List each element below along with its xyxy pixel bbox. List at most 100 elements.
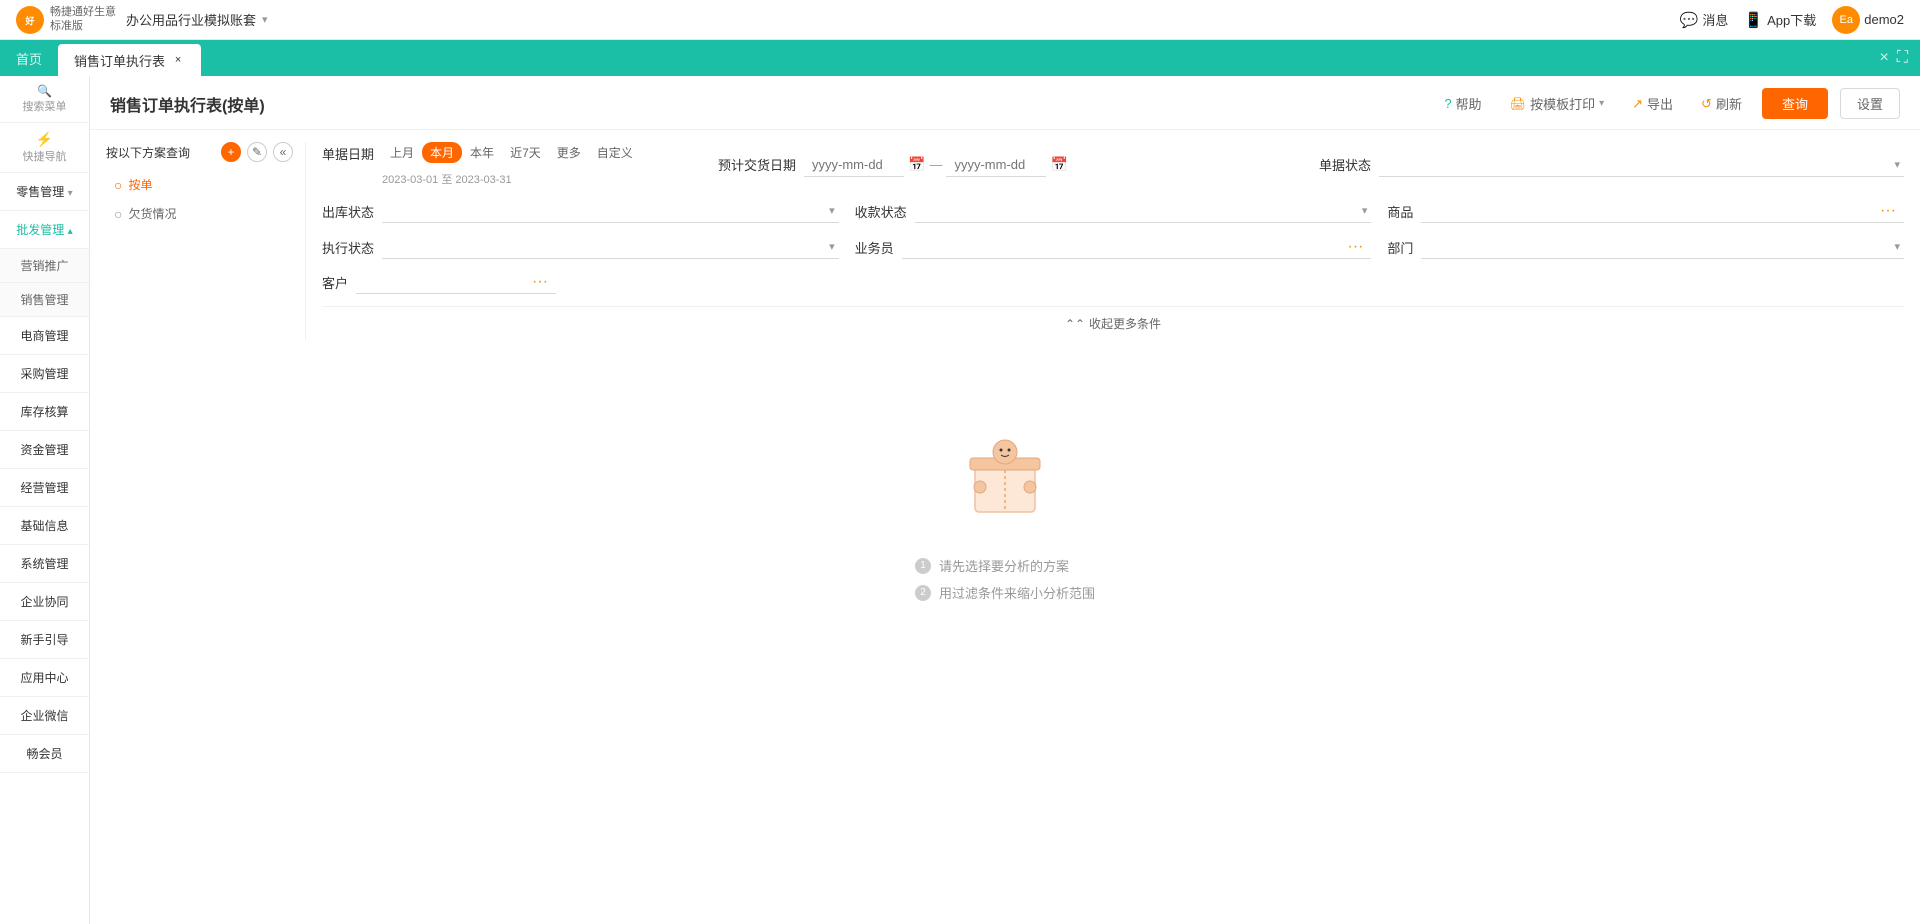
settings-button[interactable]: 设置 (1840, 88, 1900, 119)
customer-more-btn[interactable]: ··· (528, 273, 552, 291)
filter-row-2: 出库状态 ▾ 收款状态 (322, 199, 1904, 223)
tab-close-icon[interactable]: × (171, 53, 185, 67)
window-close-icon[interactable]: × (1879, 49, 1888, 67)
sidebar-operations-label: 经营管理 (20, 481, 68, 495)
salesman-more-btn[interactable]: ··· (1343, 238, 1367, 256)
sidebar-item-wechat[interactable]: 企业微信 (0, 697, 89, 735)
sidebar-item-ecommerce[interactable]: 电商管理 (0, 317, 89, 355)
date-btn-more[interactable]: 更多 (549, 142, 589, 163)
help-icon: ? (1444, 96, 1451, 111)
scheme-order-icon: ○ (114, 177, 122, 193)
sidebar: 🔍 搜索菜单 ⚡ 快捷导航 零售管理 ▾ 批发管理 ▴ 营销推广 销售管理 电商… (0, 76, 90, 924)
chevron-up-icon: ▴ (68, 226, 73, 237)
customer-label: 客户 (322, 273, 348, 292)
user-profile[interactable]: Ea demo2 (1832, 6, 1904, 34)
sidebar-item-appcenter[interactable]: 应用中心 (0, 659, 89, 697)
salesman-label: 业务员 (855, 238, 894, 257)
add-scheme-btn[interactable]: + (221, 142, 241, 162)
sidebar-item-basic[interactable]: 基础信息 (0, 507, 89, 545)
execution-status-select[interactable] (382, 235, 839, 258)
sidebar-item-marketing[interactable]: 营销推广 (0, 249, 89, 283)
edit-icon: ✎ (252, 145, 262, 159)
help-btn[interactable]: ? 帮助 (1436, 90, 1489, 117)
hint-num-2: 2 (915, 585, 931, 601)
top-bar: 好 畅捷通好生意 标准版 办公用品行业模拟账套 ▾ 💬 消息 📱 App下载 E… (0, 0, 1920, 40)
date-btn-this-month[interactable]: 本月 (422, 142, 462, 163)
sidebar-item-inventory[interactable]: 库存核算 (0, 393, 89, 431)
product-more-btn[interactable]: ··· (1876, 202, 1900, 220)
print-label: 按模板打印 (1530, 94, 1595, 113)
date-range-expected: 📅 — 📅 (804, 153, 1068, 177)
tab-bar-right: × ⛶ (1879, 49, 1920, 67)
filter-left-title: 按以下方案查询 + ✎ « (106, 142, 293, 162)
sidebar-item-wholesale[interactable]: 批发管理 ▴ (0, 211, 89, 249)
tab-home[interactable]: 首页 (0, 40, 58, 76)
sidebar-cooperation-label: 企业协同 (20, 595, 68, 609)
message-label: 消息 (1702, 10, 1728, 29)
sidebar-item-cooperation[interactable]: 企业协同 (0, 583, 89, 621)
filter-left-icons: + ✎ « (221, 142, 293, 162)
hint-num-1: 1 (915, 558, 931, 574)
breadcrumb-area[interactable]: 办公用品行业模拟账套 ▾ (126, 10, 268, 29)
sidebar-item-sales[interactable]: 销售管理 (0, 283, 89, 317)
filter-right-panel: 单据日期 上月 本月 本年 近7天 更多 自定义 20 (306, 142, 1904, 340)
filter-scheme-by-order[interactable]: ○ 按单 (106, 170, 293, 199)
date-btn-last-month[interactable]: 上月 (382, 142, 422, 163)
date-btn-this-year[interactable]: 本年 (462, 142, 502, 163)
delivery-status-select-wrapper: ▾ (382, 199, 839, 223)
sidebar-item-operations[interactable]: 经营管理 (0, 469, 89, 507)
sidebar-item-retail[interactable]: 零售管理 ▾ (0, 173, 89, 211)
execution-status-select-wrapper: ▾ (382, 235, 839, 259)
message-btn[interactable]: 💬 消息 (1680, 10, 1729, 29)
expected-date-to[interactable] (946, 153, 1046, 177)
sidebar-search-label: 搜索菜单 (8, 98, 81, 114)
sidebar-wholesale-label: 批发管理 (16, 223, 64, 237)
top-bar-right: 💬 消息 📱 App下载 Ea demo2 (1680, 6, 1904, 34)
department-select[interactable] (1421, 235, 1904, 258)
sidebar-retail-label: 零售管理 (16, 185, 64, 199)
page-header: 销售订单执行表(按单) ? 帮助 🖨 按模板打印 ▾ ↗ 导出 (90, 76, 1920, 130)
avatar: Ea (1832, 6, 1860, 34)
app-download-btn[interactable]: 📱 App下载 (1744, 10, 1816, 29)
hint-item-1: 1 请先选择要分析的方案 (915, 556, 1095, 575)
hint-text-1: 请先选择要分析的方案 (939, 556, 1069, 575)
print-btn[interactable]: 🖨 按模板打印 ▾ (1502, 90, 1613, 117)
export-btn[interactable]: ↗ 导出 (1624, 90, 1681, 117)
breadcrumb-text: 办公用品行业模拟账套 (126, 10, 256, 29)
order-status-select[interactable] (1379, 153, 1904, 176)
filter-scheme-by-debt[interactable]: ○ 欠货情况 (106, 199, 293, 228)
date-btn-custom[interactable]: 自定义 (589, 142, 641, 163)
sidebar-item-member[interactable]: 畅会员 (0, 735, 89, 773)
filter-left-panel: 按以下方案查询 + ✎ « (106, 142, 306, 340)
sidebar-item-finance[interactable]: 资金管理 (0, 431, 89, 469)
sidebar-member-label: 畅会员 (26, 747, 62, 761)
date-btn-7days[interactable]: 近7天 (502, 142, 549, 163)
sidebar-item-newuser[interactable]: 新手引导 (0, 621, 89, 659)
sidebar-quick-nav[interactable]: ⚡ 快捷导航 (0, 123, 89, 173)
page-actions: ? 帮助 🖨 按模板打印 ▾ ↗ 导出 ↺ 刷新 (1436, 88, 1900, 119)
tab-sales-order[interactable]: 销售订单执行表 × (58, 44, 201, 76)
export-label: 导出 (1647, 94, 1673, 113)
collapse-scheme-btn[interactable]: « (273, 142, 293, 162)
collapse-bar[interactable]: ⌃⌃ 收起更多条件 (322, 306, 1904, 340)
delivery-status-label: 出库状态 (322, 202, 374, 221)
payment-status-select[interactable] (915, 199, 1372, 222)
filter-row-4: 客户 ··· (322, 271, 1904, 294)
edit-scheme-btn[interactable]: ✎ (247, 142, 267, 162)
sidebar-quick-nav-label: 快捷导航 (8, 148, 81, 164)
query-button[interactable]: 查询 (1762, 88, 1828, 119)
filter-row-3: 执行状态 ▾ 业务员 ··· (322, 235, 1904, 259)
refresh-btn[interactable]: ↺ 刷新 (1693, 90, 1750, 117)
sidebar-item-purchase[interactable]: 采购管理 (0, 355, 89, 393)
collapse-up-icon: ⌃⌃ (1065, 317, 1085, 331)
expected-date-from[interactable] (804, 153, 904, 177)
page-title: 销售订单执行表(按单) (110, 92, 265, 116)
sidebar-search[interactable]: 🔍 搜索菜单 (0, 76, 89, 123)
sidebar-item-system[interactable]: 系统管理 (0, 545, 89, 583)
delivery-status-select[interactable] (382, 199, 839, 222)
hint-item-2: 2 用过滤条件来缩小分析范围 (915, 583, 1095, 602)
hint-text-2: 用过滤条件来缩小分析范围 (939, 583, 1095, 602)
user-name: demo2 (1864, 12, 1904, 27)
window-expand-icon[interactable]: ⛶ (1897, 49, 1908, 67)
filter-row-1: 单据日期 上月 本月 本年 近7天 更多 自定义 20 (322, 142, 1904, 187)
